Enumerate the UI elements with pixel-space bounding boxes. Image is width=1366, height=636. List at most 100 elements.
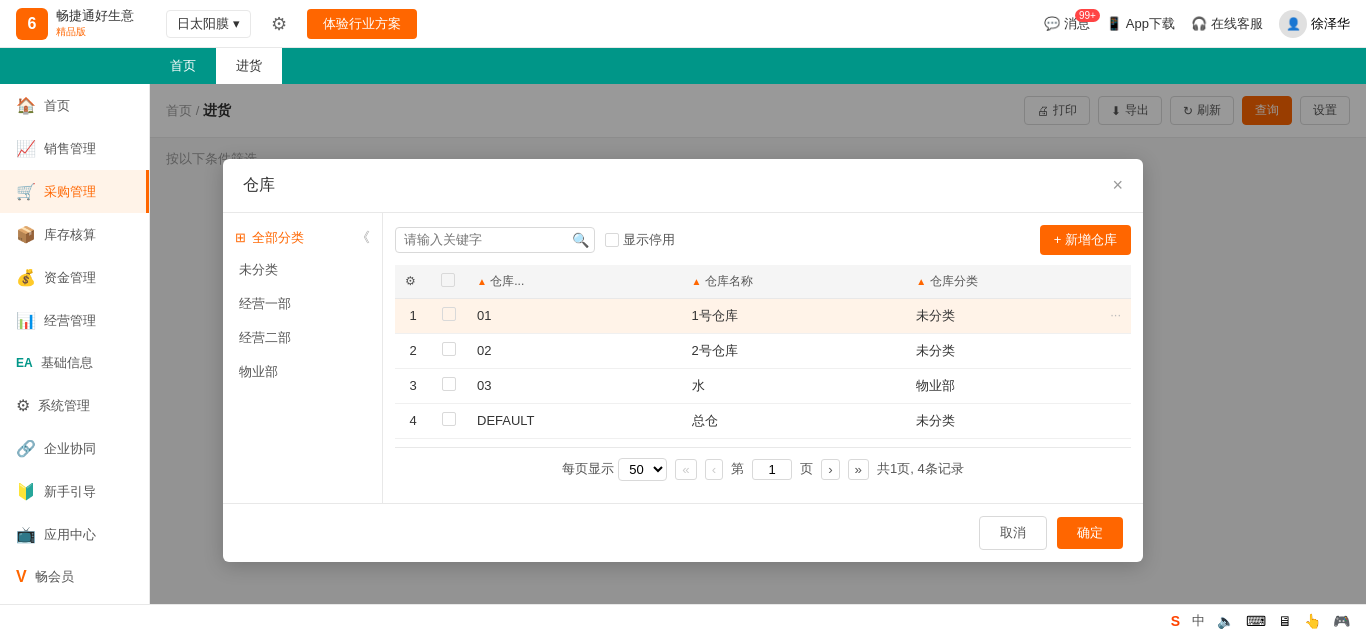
category-item-ops1[interactable]: 经营一部 <box>223 287 382 321</box>
td-code: 02 <box>467 333 682 368</box>
notification-area[interactable]: 💬 消息 99+ <box>1044 15 1090 33</box>
td-gear-action: 2 <box>395 333 431 368</box>
online-service-item[interactable]: 🎧 在线客服 <box>1191 15 1263 33</box>
show-disabled-label[interactable]: 显示停用 <box>605 231 675 249</box>
sidebar-item-finance[interactable]: 💰 资金管理 <box>0 256 149 299</box>
lang-zh: 中 <box>1192 612 1205 630</box>
cancel-button[interactable]: 取消 <box>979 516 1047 550</box>
td-warehouse-name: 2号仓库 <box>682 333 907 368</box>
td-gear-action: 3 <box>395 368 431 403</box>
category-item-property[interactable]: 物业部 <box>223 355 382 389</box>
category-item-none[interactable]: 未分类 <box>223 253 382 287</box>
sidebar-item-system[interactable]: ⚙ 系统管理 <box>0 384 149 427</box>
monitor-icon[interactable]: 🖥 <box>1278 613 1292 629</box>
purchase-icon: 🛒 <box>16 182 36 201</box>
category-all-item[interactable]: ⊞ 全部分类 <box>235 229 304 247</box>
td-code: 03 <box>467 368 682 403</box>
prev-page-button[interactable]: ‹ <box>705 459 723 480</box>
page-total: 共1页, 4条记录 <box>877 460 964 478</box>
app-download-item[interactable]: 📱 App下载 <box>1106 15 1175 33</box>
last-page-button[interactable]: » <box>848 459 869 480</box>
header-middle: 日太阳膜 ▾ ⚙ 体验行业方案 <box>166 8 1044 40</box>
sidebar: 🏠 首页 📈 销售管理 🛒 采购管理 📦 库存核算 💰 资金管理 📊 经营管理 … <box>0 84 150 636</box>
table-row[interactable]: 1 01 1号仓库 未分类··· <box>395 298 1131 333</box>
trial-button[interactable]: 体验行业方案 <box>307 9 417 39</box>
td-category: 未分类 <box>906 403 1131 438</box>
modal-close-button[interactable]: × <box>1112 175 1123 196</box>
sidebar-item-inventory[interactable]: 📦 库存核算 <box>0 213 149 256</box>
td-category: 物业部 <box>906 368 1131 403</box>
td-checkbox <box>431 298 467 333</box>
app-center-icon: 📺 <box>16 525 36 544</box>
sidebar-item-home[interactable]: 🏠 首页 <box>0 84 149 127</box>
search-icon[interactable]: 🔍 <box>572 232 589 248</box>
sidebar-item-guide[interactable]: 🔰 新手引导 <box>0 470 149 513</box>
enterprise-icon: 🔗 <box>16 439 36 458</box>
td-code: DEFAULT <box>467 403 682 438</box>
td-warehouse-name: 水 <box>682 368 907 403</box>
warehouse-modal: 仓库 × ⊞ 全部分类 《 未分类 <box>223 159 1143 562</box>
avatar: 👤 <box>1279 10 1307 38</box>
td-gear-action: 4 <box>395 403 431 438</box>
th-check <box>431 265 467 299</box>
system-icon: ⚙ <box>16 396 30 415</box>
add-warehouse-button[interactable]: + 新增仓库 <box>1040 225 1131 255</box>
store-selector[interactable]: 日太阳膜 ▾ <box>166 10 251 38</box>
table-row[interactable]: 4 DEFAULT 总仓 未分类 <box>395 403 1131 438</box>
page-size-select[interactable]: 50 <box>618 458 667 481</box>
category-item-ops2[interactable]: 经营二部 <box>223 321 382 355</box>
search-input[interactable] <box>404 232 572 247</box>
gamepad-icon[interactable]: 🎮 <box>1333 613 1350 629</box>
table-toolbar: 🔍 显示停用 + 新增仓库 <box>395 225 1131 255</box>
logo-icon: 6 <box>16 8 48 40</box>
page-number-input[interactable] <box>752 459 792 480</box>
nav-tab-home[interactable]: 首页 <box>150 48 216 84</box>
table-panel: 🔍 显示停用 + 新增仓库 <box>383 213 1143 503</box>
confirm-button[interactable]: 确定 <box>1057 517 1123 549</box>
modal-footer: 取消 确定 <box>223 503 1143 562</box>
td-checkbox <box>431 333 467 368</box>
search-area: 🔍 显示停用 <box>395 227 675 253</box>
nav-tab-purchase[interactable]: 进货 <box>216 48 282 84</box>
sidebar-item-member[interactable]: V 畅会员 <box>0 556 149 598</box>
operations-icon: 📊 <box>16 311 36 330</box>
sidebar-item-enterprise[interactable]: 🔗 企业协同 <box>0 427 149 470</box>
keyboard-icon[interactable]: ⌨ <box>1246 613 1266 629</box>
sidebar-item-sales[interactable]: 📈 销售管理 <box>0 127 149 170</box>
page-size-area: 每页显示 50 <box>562 458 667 481</box>
modal-body: ⊞ 全部分类 《 未分类 经营一部 经营二部 物业部 <box>223 213 1143 503</box>
logo-area: 6 畅捷通好生意 精品版 <box>16 8 166 40</box>
header-right: 💬 消息 99+ 📱 App下载 🎧 在线客服 👤 徐泽华 <box>1044 10 1350 38</box>
category-header: ⊞ 全部分类 《 <box>223 223 382 253</box>
td-checkbox <box>431 403 467 438</box>
sidebar-item-operations[interactable]: 📊 经营管理 <box>0 299 149 342</box>
modal-header: 仓库 × <box>223 159 1143 213</box>
main-layout: 🏠 首页 📈 销售管理 🛒 采购管理 📦 库存核算 💰 资金管理 📊 经营管理 … <box>0 84 1366 636</box>
user-area[interactable]: 👤 徐泽华 <box>1279 10 1350 38</box>
td-warehouse-name: 总仓 <box>682 403 907 438</box>
sidebar-item-app-center[interactable]: 📺 应用中心 <box>0 513 149 556</box>
table-row[interactable]: 3 03 水 物业部 <box>395 368 1131 403</box>
td-category: 未分类··· <box>906 298 1131 333</box>
th-code: ▲ 仓库... <box>467 265 682 299</box>
s-logo: S <box>1171 613 1180 629</box>
td-category: 未分类 <box>906 333 1131 368</box>
next-page-button[interactable]: › <box>821 459 839 480</box>
table-row[interactable]: 2 02 2号仓库 未分类 <box>395 333 1131 368</box>
category-panel: ⊞ 全部分类 《 未分类 经营一部 经营二部 物业部 <box>223 213 383 503</box>
top-header: 6 畅捷通好生意 精品版 日太阳膜 ▾ ⚙ 体验行业方案 💬 消息 99+ 📱 … <box>0 0 1366 48</box>
th-gear: ⚙ <box>395 265 431 299</box>
th-category: ▲ 仓库分类 <box>906 265 1131 299</box>
volume-icon[interactable]: 🔈 <box>1217 613 1234 629</box>
bottom-bar: S 中 🔈 ⌨ 🖥 👆 🎮 <box>0 604 1366 636</box>
touch-icon[interactable]: 👆 <box>1304 613 1321 629</box>
show-disabled-checkbox[interactable] <box>605 233 619 247</box>
td-code: 01 <box>467 298 682 333</box>
collapse-button[interactable]: 《 <box>356 229 370 247</box>
base-info-icon: EA <box>16 356 33 370</box>
sidebar-item-purchase[interactable]: 🛒 采购管理 <box>0 170 149 213</box>
sales-icon: 📈 <box>16 139 36 158</box>
first-page-button[interactable]: « <box>675 459 696 480</box>
sidebar-item-base-info[interactable]: EA 基础信息 <box>0 342 149 384</box>
gear-button[interactable]: ⚙ <box>263 8 295 40</box>
